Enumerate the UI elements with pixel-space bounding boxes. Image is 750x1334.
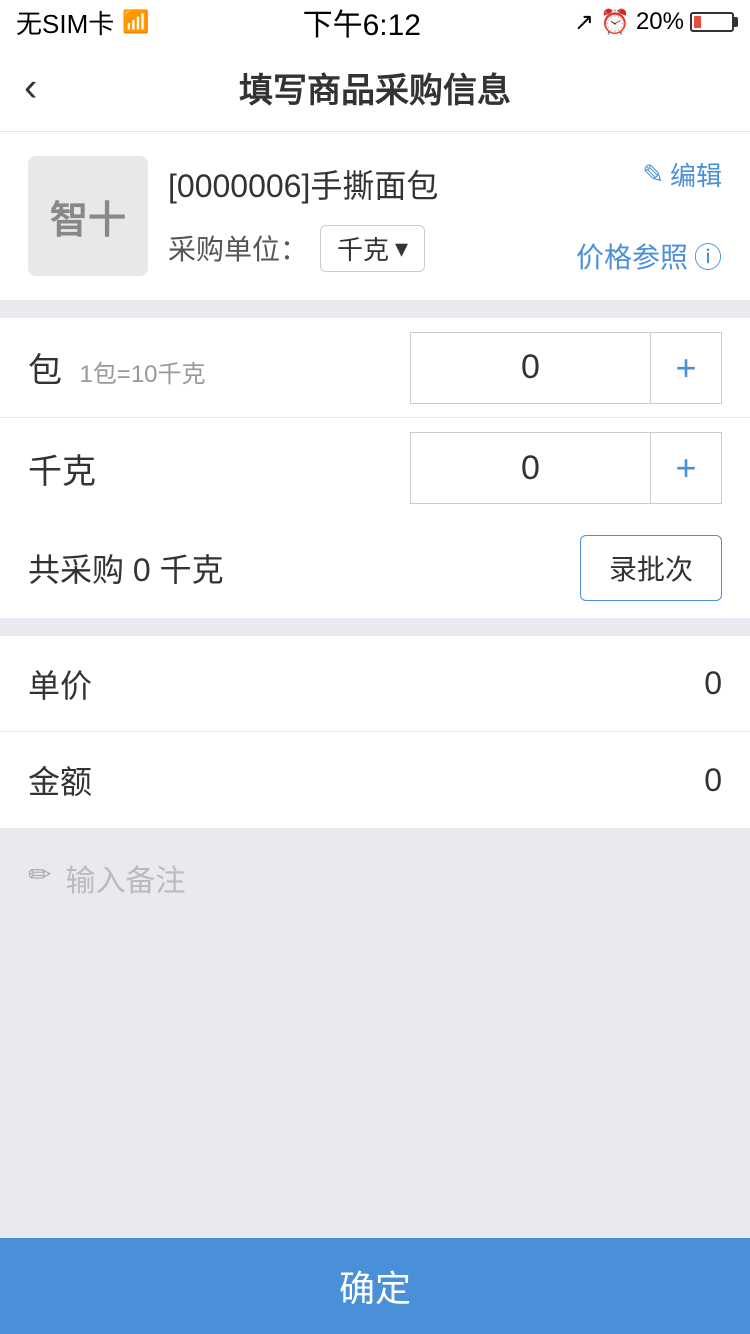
input-section: 包 1包=10千克 + 千克 + <box>0 318 750 518</box>
location-icon: ↗ <box>574 8 594 37</box>
unit-prefix-label: 采购单位： <box>168 228 308 268</box>
unit-dropdown-icon: ▾ <box>395 233 408 264</box>
bag-label: 包 <box>28 352 62 390</box>
wifi-icon: 📶 <box>122 9 149 35</box>
edit-label: 编辑 <box>670 156 722 193</box>
price-ref-icon: ⓘ <box>694 236 722 276</box>
battery-icon <box>690 12 734 32</box>
price-ref-button[interactable]: 价格参照 ⓘ <box>576 236 722 276</box>
bag-input-row: 包 1包=10千克 + <box>0 318 750 418</box>
kg-input-row: 千克 + <box>0 418 750 518</box>
page-title: 填写商品采购信息 <box>239 63 511 112</box>
status-left: 无SIM卡 📶 <box>16 4 150 41</box>
total-row: 共采购 0 千克 录批次 <box>0 518 750 618</box>
product-image: 智十 <box>28 156 148 276</box>
unit-selector[interactable]: 千克 ▾ <box>320 225 425 272</box>
total-label: 共采购 0 千克 <box>28 545 224 591</box>
unit-price-row: 单价 0 <box>0 636 750 732</box>
product-card: 智十 [0000006]手撕面包 采购单位： 千克 ▾ ✎ 编辑 价格参照 ⓘ <box>0 132 750 300</box>
content-area <box>0 928 750 1268</box>
unit-value: 千克 <box>337 230 389 267</box>
bag-field-wrap: + <box>410 332 722 404</box>
bag-plus-icon: + <box>675 347 696 389</box>
unit-price-label: 单价 <box>28 661 92 707</box>
nav-bar: ‹ 填写商品采购信息 <box>0 44 750 132</box>
batch-button[interactable]: 录批次 <box>580 535 722 601</box>
carrier-label: 无SIM卡 <box>16 4 114 41</box>
alarm-icon: ⏰ <box>600 8 630 37</box>
divider-2 <box>0 618 750 636</box>
bag-sublabel: 1包=10千克 <box>79 361 205 388</box>
kg-label: 千克 <box>28 444 410 493</box>
amount-value: 0 <box>704 762 722 799</box>
amount-row: 金额 0 <box>0 732 750 828</box>
notes-section[interactable]: ✏ 输入备注 <box>0 828 750 928</box>
product-logo: 智十 <box>50 189 126 244</box>
edit-button[interactable]: ✎ 编辑 <box>642 156 722 193</box>
status-right: ↗ ⏰ 20% <box>574 8 734 37</box>
status-bar: 无SIM卡 📶 下午6:12 ↗ ⏰ 20% <box>0 0 750 44</box>
kg-field-wrap: + <box>410 432 722 504</box>
kg-plus-button[interactable]: + <box>650 432 722 504</box>
kg-input[interactable] <box>410 432 650 504</box>
price-section: 单价 0 金额 0 <box>0 636 750 828</box>
amount-label: 金额 <box>28 757 92 803</box>
bag-input[interactable] <box>410 332 650 404</box>
pencil-icon: ✏ <box>28 858 51 891</box>
price-ref-label: 价格参照 <box>576 236 688 276</box>
confirm-button[interactable]: 确定 <box>0 1238 750 1334</box>
unit-price-value: 0 <box>704 665 722 702</box>
notes-placeholder: 输入备注 <box>65 856 185 900</box>
back-button[interactable]: ‹ <box>24 65 37 110</box>
bag-label-wrap: 包 1包=10千克 <box>28 343 410 392</box>
battery-percent: 20% <box>636 8 684 36</box>
bag-plus-button[interactable]: + <box>650 332 722 404</box>
edit-icon: ✎ <box>642 159 664 190</box>
divider-1 <box>0 300 750 318</box>
status-time: 下午6:12 <box>303 0 421 44</box>
kg-plus-icon: + <box>675 447 696 489</box>
product-name: [0000006]手撕面包 <box>168 161 722 207</box>
